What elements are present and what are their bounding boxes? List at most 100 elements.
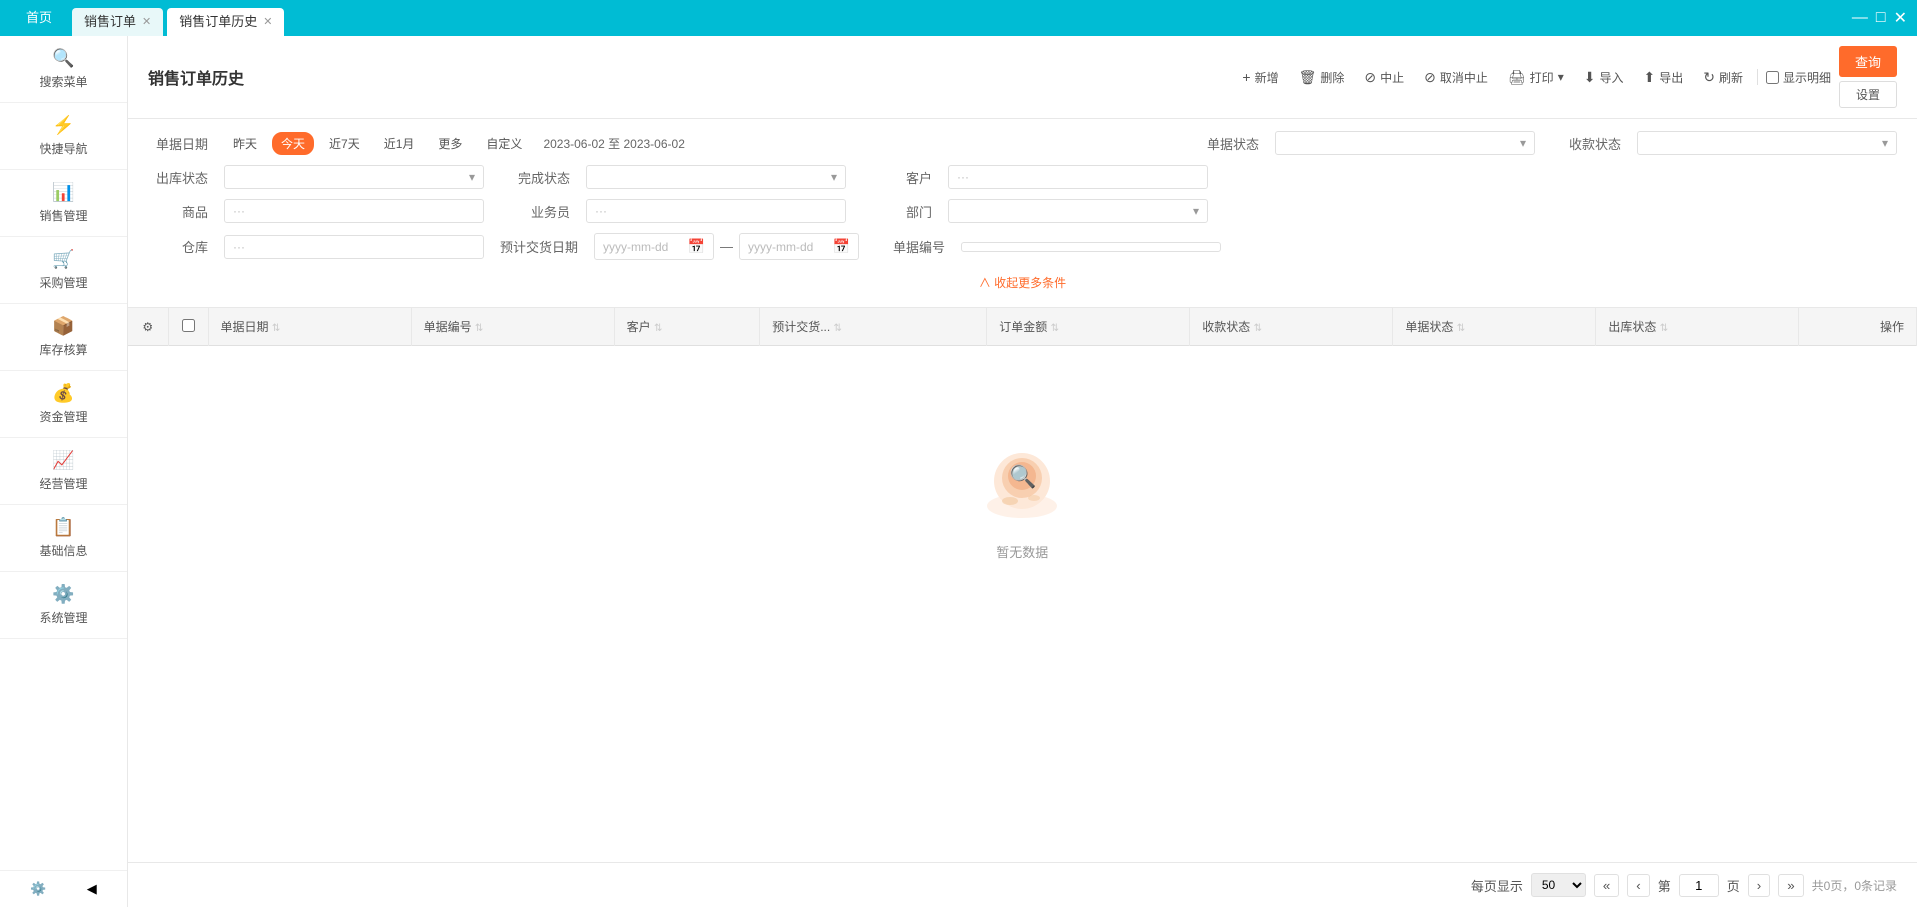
customer-label: 客户 xyxy=(862,168,932,187)
th-delivery-date[interactable]: 预计交货... ⇅ xyxy=(760,308,987,346)
query-button[interactable]: 查询 xyxy=(1839,46,1897,77)
new-button[interactable]: + 新增 xyxy=(1236,65,1284,90)
delete-icon: 🗑 xyxy=(1299,69,1317,86)
order-no-input[interactable] xyxy=(961,242,1221,252)
warehouse-select[interactable]: ··· xyxy=(224,235,484,259)
outbound-status-select[interactable]: ▾ xyxy=(224,165,484,189)
tab-home[interactable]: 首页 xyxy=(10,0,68,36)
page-size-label: 每页显示 xyxy=(1471,876,1523,895)
sidebar-item-operation-mgmt[interactable]: 📈 经营管理 xyxy=(0,438,127,505)
refresh-button[interactable]: ↻ 刷新 xyxy=(1697,65,1749,90)
print-icon: 🖨 xyxy=(1508,69,1526,86)
th-outbound-status[interactable]: 出库状态 ⇅ xyxy=(1596,308,1799,346)
page-size-select[interactable]: 50 10 20 100 xyxy=(1531,873,1586,897)
delivery-date-to[interactable]: yyyy-mm-dd 📅 xyxy=(739,233,859,260)
order-status-label: 单据状态 xyxy=(1189,134,1259,153)
th-order-status[interactable]: 单据状态 ⇅ xyxy=(1393,308,1596,346)
sidebar-item-search-menu[interactable]: 🔍 搜索菜单 xyxy=(0,36,127,103)
sidebar-item-inventory-calc[interactable]: 📦 库存核算 xyxy=(0,304,127,371)
close-btn[interactable]: ✕ xyxy=(1894,8,1907,28)
filter-collapse-btn[interactable]: ∧ 收起更多条件 xyxy=(148,270,1897,295)
product-select[interactable]: ··· xyxy=(224,199,484,223)
sidebar-expand-icon[interactable]: ◀ xyxy=(87,881,97,897)
th-customer[interactable]: 客户 ⇅ xyxy=(614,308,760,346)
sidebar-item-capital-mgmt[interactable]: 💰 资金管理 xyxy=(0,371,127,438)
th-checkbox xyxy=(168,308,208,346)
current-page-input[interactable] xyxy=(1679,874,1719,897)
toolbar: + 新增 🗑 删除 ⊘ 中止 ⊘ 取消中止 🖨 打印 xyxy=(1236,46,1897,108)
first-page-btn[interactable]: « xyxy=(1594,874,1619,897)
delivery-date-input-group: yyyy-mm-dd 📅 — yyyy-mm-dd 📅 xyxy=(594,233,859,260)
th-settings[interactable]: ⚙ xyxy=(128,308,168,346)
salesperson-dots: ··· xyxy=(595,204,607,218)
export-button[interactable]: ⬆ 导出 xyxy=(1637,65,1689,90)
department-select[interactable]: ▾ xyxy=(948,199,1208,223)
operation-mgmt-icon: 📈 xyxy=(52,450,74,471)
completion-status-select[interactable]: ▾ xyxy=(586,165,846,189)
department-chevron: ▾ xyxy=(1193,204,1199,218)
sidebar-item-system-mgmt[interactable]: ⚙️ 系统管理 xyxy=(0,572,127,639)
print-button[interactable]: 🖨 打印 ▾ xyxy=(1502,65,1570,90)
settings-icon: ⚙ xyxy=(142,320,153,334)
date-dash: — xyxy=(720,239,733,254)
tab-sales-order-history[interactable]: 销售订单历史 ✕ xyxy=(167,8,284,36)
th-order-no[interactable]: 单据编号 ⇅ xyxy=(411,308,614,346)
tab-sales-order-close[interactable]: ✕ xyxy=(142,8,151,36)
delivery-date-from[interactable]: yyyy-mm-dd 📅 xyxy=(594,233,714,260)
prev-page-btn[interactable]: ‹ xyxy=(1627,874,1649,897)
main-layout: 🔍 搜索菜单 ⚡ 快捷导航 📊 销售管理 🛒 采购管理 📦 库存核算 💰 资金管… xyxy=(0,36,1917,907)
refresh-icon: ↻ xyxy=(1703,69,1715,86)
receipt-status-label: 收款状态 xyxy=(1551,134,1621,153)
table-area: ⚙ 单据日期 ⇅ 单据编号 ⇅ xyxy=(128,308,1917,862)
filter-row-3: 商品 ··· 业务员 ··· 部门 ▾ xyxy=(148,199,1897,223)
delete-button[interactable]: 🗑 删除 xyxy=(1293,65,1351,90)
date-btn-custom[interactable]: 自定义 xyxy=(477,132,531,155)
delivery-date-to-text: yyyy-mm-dd xyxy=(748,240,813,254)
date-btn-more[interactable]: 更多 xyxy=(429,132,471,155)
date-btn-last7[interactable]: 近7天 xyxy=(320,132,369,155)
th-date[interactable]: 单据日期 ⇅ xyxy=(208,308,411,346)
sidebar-item-quick-nav[interactable]: ⚡ 快捷导航 xyxy=(0,103,127,170)
page-header: 销售订单历史 + 新增 🗑 删除 ⊘ 中止 ⊘ 取消中止 xyxy=(128,36,1917,119)
tab-sales-order[interactable]: 销售订单 ✕ xyxy=(72,8,163,36)
import-button[interactable]: ⬇ 导入 xyxy=(1578,65,1630,90)
customer-select[interactable]: ··· xyxy=(948,165,1208,189)
receipt-status-select[interactable]: ▾ xyxy=(1637,131,1897,155)
minimize-btn[interactable]: — xyxy=(1852,9,1868,27)
purchase-mgmt-icon: 🛒 xyxy=(52,249,74,270)
date-btn-today[interactable]: 今天 xyxy=(272,132,314,155)
th-receipt-status[interactable]: 收款状态 ⇅ xyxy=(1190,308,1393,346)
salesperson-select[interactable]: ··· xyxy=(586,199,846,223)
data-table: ⚙ 单据日期 ⇅ 单据编号 ⇅ xyxy=(128,308,1917,641)
basic-info-icon: 📋 xyxy=(52,517,74,538)
settings-button[interactable]: 设置 xyxy=(1839,81,1897,108)
empty-row: 🔍 暂无数据 xyxy=(128,346,1917,642)
outbound-status-chevron: ▾ xyxy=(469,170,475,184)
svg-text:🔍: 🔍 xyxy=(1009,462,1036,489)
sidebar: 🔍 搜索菜单 ⚡ 快捷导航 📊 销售管理 🛒 采购管理 📦 库存核算 💰 资金管… xyxy=(0,36,128,907)
sidebar-item-label: 搜索菜单 xyxy=(39,73,87,90)
sidebar-item-sales-mgmt[interactable]: 📊 销售管理 xyxy=(0,170,127,237)
date-btn-last1m[interactable]: 近1月 xyxy=(375,132,424,155)
sidebar-item-purchase-mgmt[interactable]: 🛒 采购管理 xyxy=(0,237,127,304)
display-toggle-checkbox[interactable] xyxy=(1766,71,1779,84)
calendar-to-icon: 📅 xyxy=(833,238,850,255)
receipt-status-chevron: ▾ xyxy=(1882,136,1888,150)
capital-mgmt-icon: 💰 xyxy=(52,383,74,404)
last-page-btn[interactable]: » xyxy=(1778,874,1803,897)
sidebar-settings-icon[interactable]: ⚙️ xyxy=(30,881,46,897)
cancel-stop-button[interactable]: ⊘ 取消中止 xyxy=(1418,65,1494,90)
receipt-sort-icon: ⇅ xyxy=(1254,323,1262,334)
sidebar-item-basic-info[interactable]: 📋 基础信息 xyxy=(0,505,127,572)
date-range-text: 2023-06-02 至 2023-06-02 xyxy=(543,135,684,152)
export-icon: ⬆ xyxy=(1643,69,1655,86)
tab-sales-order-history-close[interactable]: ✕ xyxy=(263,8,272,36)
select-all-checkbox[interactable] xyxy=(182,319,195,332)
date-btn-yesterday[interactable]: 昨天 xyxy=(224,132,266,155)
display-toggle[interactable]: 显示明细 xyxy=(1766,69,1831,86)
next-page-btn[interactable]: › xyxy=(1748,874,1770,897)
order-status-select[interactable]: ▾ xyxy=(1275,131,1535,155)
maximize-btn[interactable]: □ xyxy=(1876,9,1886,27)
th-amount[interactable]: 订单金额 ⇅ xyxy=(987,308,1190,346)
stop-button[interactable]: ⊘ 中止 xyxy=(1358,65,1410,90)
